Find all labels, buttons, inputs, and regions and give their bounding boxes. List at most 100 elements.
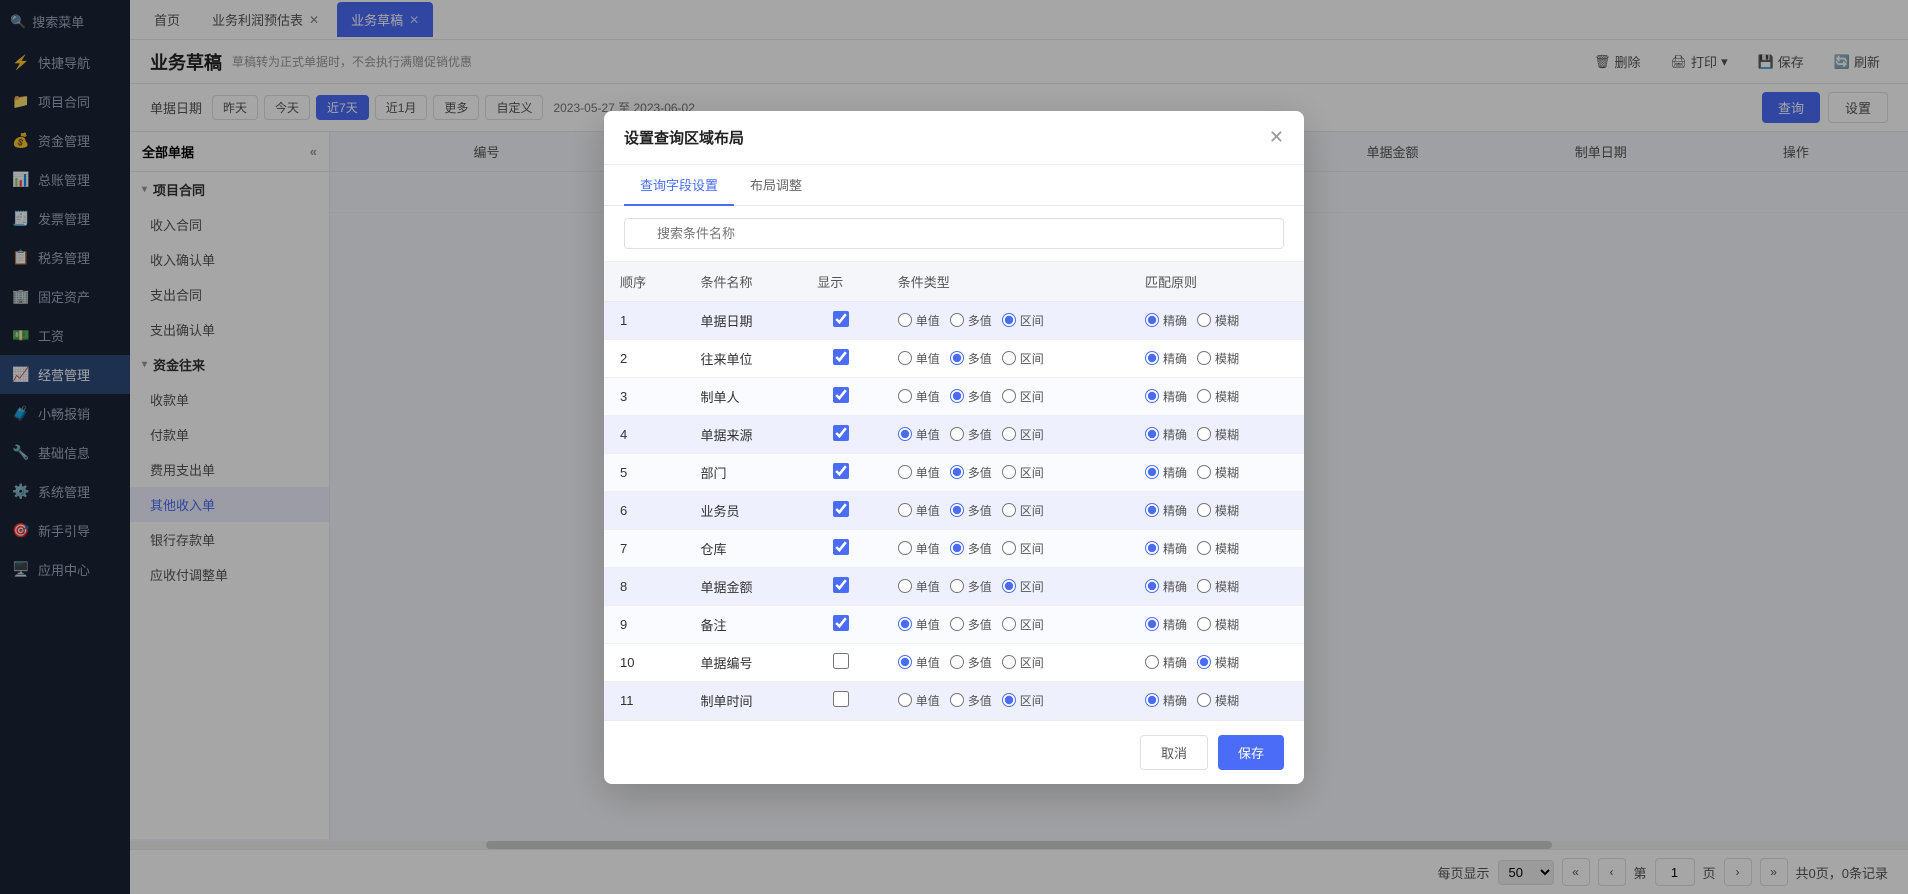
- match-radio-11-精确[interactable]: [1145, 693, 1159, 707]
- type-radio-label-3-多值[interactable]: 多值: [950, 388, 992, 405]
- type-radio-8-单值[interactable]: [898, 579, 912, 593]
- type-radio-4-单值[interactable]: [898, 427, 912, 441]
- type-radio-8-多值[interactable]: [950, 579, 964, 593]
- match-radio-10-精确[interactable]: [1145, 655, 1159, 669]
- type-radio-1-多值[interactable]: [950, 313, 964, 327]
- type-radio-label-8-多值[interactable]: 多值: [950, 578, 992, 595]
- match-radio-label-11-精确[interactable]: 精确: [1145, 692, 1187, 709]
- match-radio-3-精确[interactable]: [1145, 389, 1159, 403]
- type-radio-3-区间[interactable]: [1002, 389, 1016, 403]
- match-radio-8-精确[interactable]: [1145, 579, 1159, 593]
- type-radio-label-7-单值[interactable]: 单值: [898, 540, 940, 557]
- type-radio-label-4-单值[interactable]: 单值: [898, 426, 940, 443]
- type-radio-label-10-多值[interactable]: 多值: [950, 654, 992, 671]
- type-radio-label-9-多值[interactable]: 多值: [950, 616, 992, 633]
- type-radio-label-7-区间[interactable]: 区间: [1002, 540, 1044, 557]
- type-radio-6-单值[interactable]: [898, 503, 912, 517]
- match-radio-4-模糊[interactable]: [1197, 427, 1211, 441]
- match-radio-6-模糊[interactable]: [1197, 503, 1211, 517]
- tab-query-fields[interactable]: 查询字段设置: [624, 165, 734, 206]
- type-radio-label-8-区间[interactable]: 区间: [1002, 578, 1044, 595]
- type-radio-7-单值[interactable]: [898, 541, 912, 555]
- type-radio-4-多值[interactable]: [950, 427, 964, 441]
- match-radio-10-模糊[interactable]: [1197, 655, 1211, 669]
- type-radio-label-11-区间[interactable]: 区间: [1002, 692, 1044, 709]
- match-radio-label-9-精确[interactable]: 精确: [1145, 616, 1187, 633]
- type-radio-label-1-单值[interactable]: 单值: [898, 312, 940, 329]
- type-radio-7-多值[interactable]: [950, 541, 964, 555]
- type-radio-label-1-多值[interactable]: 多值: [950, 312, 992, 329]
- type-radio-label-8-单值[interactable]: 单值: [898, 578, 940, 595]
- type-radio-label-2-多值[interactable]: 多值: [950, 350, 992, 367]
- checkbox-7[interactable]: [833, 539, 849, 555]
- match-radio-label-4-精确[interactable]: 精确: [1145, 426, 1187, 443]
- checkbox-6[interactable]: [833, 501, 849, 517]
- checkbox-4[interactable]: [833, 425, 849, 441]
- checkbox-5[interactable]: [833, 463, 849, 479]
- type-radio-label-3-单值[interactable]: 单值: [898, 388, 940, 405]
- type-radio-9-区间[interactable]: [1002, 617, 1016, 631]
- match-radio-label-7-精确[interactable]: 精确: [1145, 540, 1187, 557]
- type-radio-11-区间[interactable]: [1002, 693, 1016, 707]
- match-radio-label-10-模糊[interactable]: 模糊: [1197, 654, 1239, 671]
- match-radio-7-精确[interactable]: [1145, 541, 1159, 555]
- type-radio-label-6-单值[interactable]: 单值: [898, 502, 940, 519]
- type-radio-label-9-区间[interactable]: 区间: [1002, 616, 1044, 633]
- match-radio-label-6-精确[interactable]: 精确: [1145, 502, 1187, 519]
- type-radio-label-4-多值[interactable]: 多值: [950, 426, 992, 443]
- checkbox-3[interactable]: [833, 387, 849, 403]
- type-radio-4-区间[interactable]: [1002, 427, 1016, 441]
- type-radio-label-11-多值[interactable]: 多值: [950, 692, 992, 709]
- type-radio-9-多值[interactable]: [950, 617, 964, 631]
- match-radio-label-4-模糊[interactable]: 模糊: [1197, 426, 1239, 443]
- match-radio-label-8-模糊[interactable]: 模糊: [1197, 578, 1239, 595]
- match-radio-label-6-模糊[interactable]: 模糊: [1197, 502, 1239, 519]
- type-radio-10-区间[interactable]: [1002, 655, 1016, 669]
- checkbox-10[interactable]: [833, 653, 849, 669]
- match-radio-label-3-模糊[interactable]: 模糊: [1197, 388, 1239, 405]
- match-radio-3-模糊[interactable]: [1197, 389, 1211, 403]
- type-radio-label-9-单值[interactable]: 单值: [898, 616, 940, 633]
- type-radio-5-单值[interactable]: [898, 465, 912, 479]
- match-radio-2-模糊[interactable]: [1197, 351, 1211, 365]
- checkbox-2[interactable]: [833, 349, 849, 365]
- match-radio-label-2-精确[interactable]: 精确: [1145, 350, 1187, 367]
- type-radio-3-多值[interactable]: [950, 389, 964, 403]
- type-radio-10-多值[interactable]: [950, 655, 964, 669]
- type-radio-1-单值[interactable]: [898, 313, 912, 327]
- checkbox-8[interactable]: [833, 577, 849, 593]
- dialog-close-button[interactable]: ✕: [1269, 127, 1284, 148]
- type-radio-6-多值[interactable]: [950, 503, 964, 517]
- type-radio-label-2-区间[interactable]: 区间: [1002, 350, 1044, 367]
- match-radio-5-模糊[interactable]: [1197, 465, 1211, 479]
- type-radio-label-10-单值[interactable]: 单值: [898, 654, 940, 671]
- match-radio-1-模糊[interactable]: [1197, 313, 1211, 327]
- type-radio-label-4-区间[interactable]: 区间: [1002, 426, 1044, 443]
- type-radio-3-单值[interactable]: [898, 389, 912, 403]
- type-radio-2-单值[interactable]: [898, 351, 912, 365]
- type-radio-9-单值[interactable]: [898, 617, 912, 631]
- match-radio-label-3-精确[interactable]: 精确: [1145, 388, 1187, 405]
- match-radio-9-模糊[interactable]: [1197, 617, 1211, 631]
- match-radio-11-模糊[interactable]: [1197, 693, 1211, 707]
- type-radio-2-多值[interactable]: [950, 351, 964, 365]
- match-radio-label-7-模糊[interactable]: 模糊: [1197, 540, 1239, 557]
- type-radio-label-5-区间[interactable]: 区间: [1002, 464, 1044, 481]
- save-button[interactable]: 保存: [1218, 735, 1284, 770]
- match-radio-label-1-精确[interactable]: 精确: [1145, 312, 1187, 329]
- match-radio-1-精确[interactable]: [1145, 313, 1159, 327]
- dialog-search-input[interactable]: [624, 218, 1284, 249]
- type-radio-7-区间[interactable]: [1002, 541, 1016, 555]
- type-radio-5-区间[interactable]: [1002, 465, 1016, 479]
- type-radio-label-6-区间[interactable]: 区间: [1002, 502, 1044, 519]
- match-radio-label-2-模糊[interactable]: 模糊: [1197, 350, 1239, 367]
- type-radio-label-6-多值[interactable]: 多值: [950, 502, 992, 519]
- match-radio-label-11-模糊[interactable]: 模糊: [1197, 692, 1239, 709]
- type-radio-11-单值[interactable]: [898, 693, 912, 707]
- checkbox-9[interactable]: [833, 615, 849, 631]
- match-radio-label-1-模糊[interactable]: 模糊: [1197, 312, 1239, 329]
- type-radio-label-10-区间[interactable]: 区间: [1002, 654, 1044, 671]
- type-radio-8-区间[interactable]: [1002, 579, 1016, 593]
- type-radio-label-1-区间[interactable]: 区间: [1002, 312, 1044, 329]
- match-radio-4-精确[interactable]: [1145, 427, 1159, 441]
